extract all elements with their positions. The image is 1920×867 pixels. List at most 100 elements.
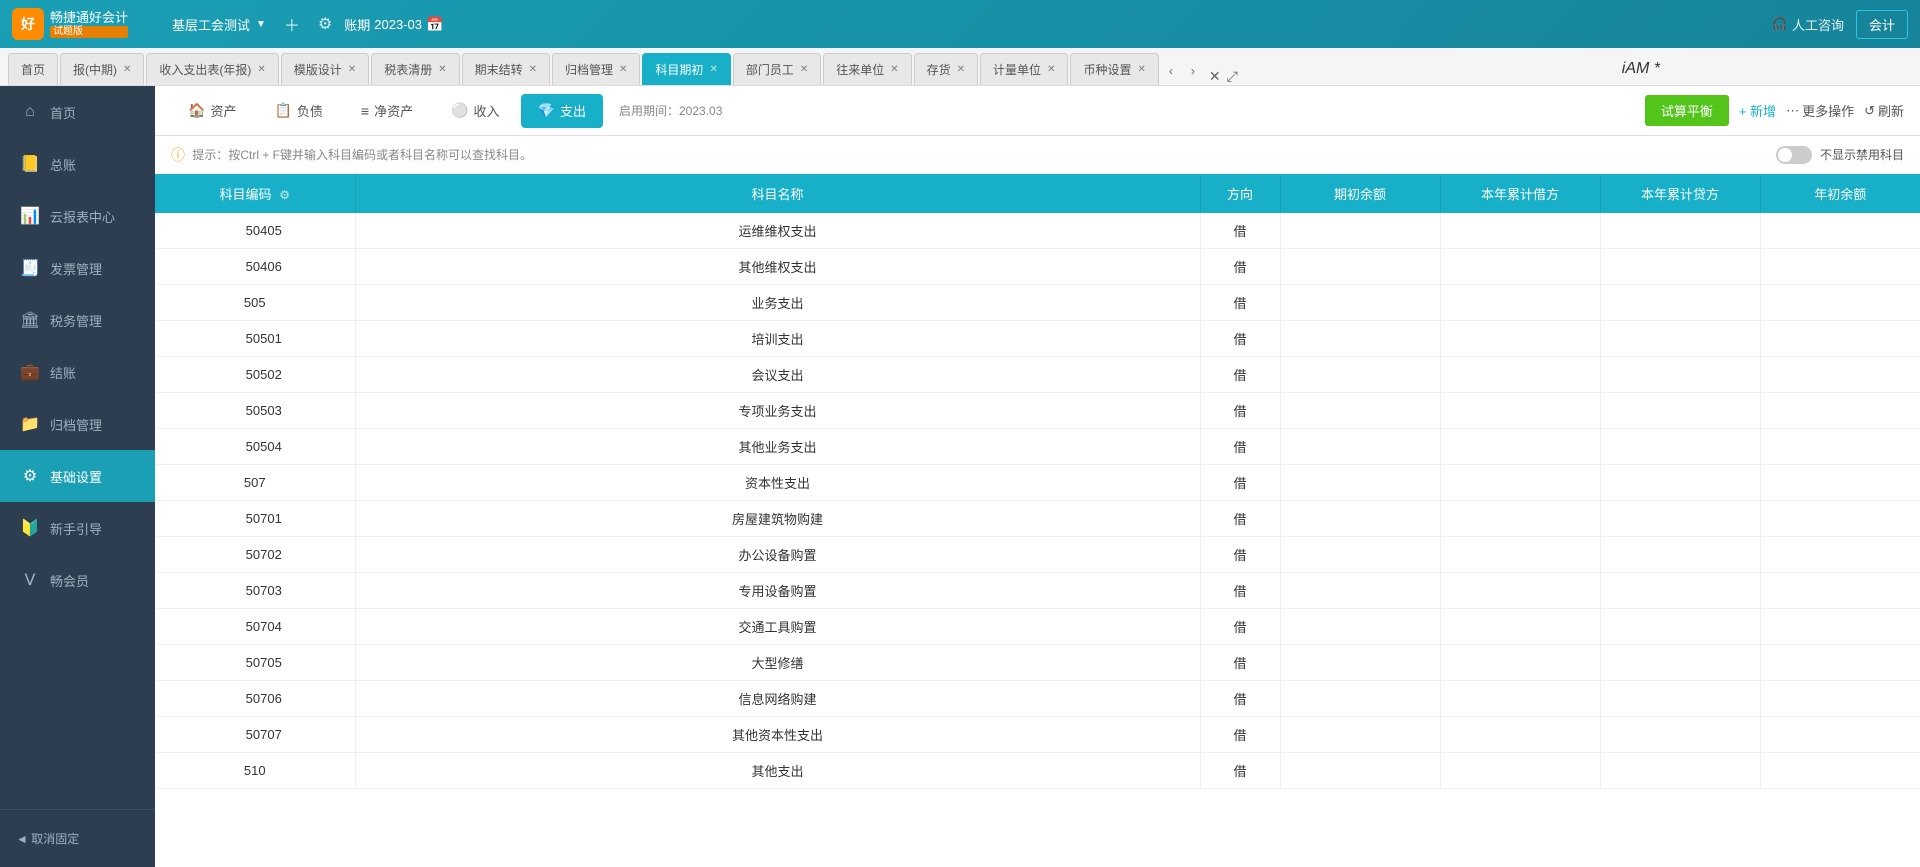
close-icon[interactable]: ✕ <box>619 64 627 75</box>
cell-year-debit <box>1440 357 1600 393</box>
table-row[interactable]: 50706信息网络购建借 <box>155 681 1920 717</box>
close-icon[interactable]: ✕ <box>957 64 965 75</box>
sidebar-item-archive[interactable]: 📁 归档管理 <box>0 398 155 450</box>
close-icon[interactable]: ✕ <box>438 64 446 75</box>
sidebar-item-member[interactable]: Ⅴ 畅会员 <box>0 554 155 606</box>
sidebar-item-tax[interactable]: 🏛 税务管理 <box>0 294 155 346</box>
tab-next-button[interactable]: › <box>1183 57 1203 85</box>
tab-moban[interactable]: 模版设计 ✕ <box>281 53 369 85</box>
tab-guidang[interactable]: 归档管理 ✕ <box>552 53 640 85</box>
toggle-label: 不显示禁用科目 <box>1820 146 1904 163</box>
new-button[interactable]: + 新增 <box>1739 101 1776 120</box>
tab-nianbao[interactable]: 收入支出表(年报) ✕ <box>146 53 278 85</box>
tab-cunhuo[interactable]: 存货 ✕ <box>914 53 978 85</box>
table-row[interactable]: 505业务支出借 <box>155 285 1920 321</box>
sub-tab-net-asset[interactable]: ≡ 净资产 <box>344 94 430 128</box>
sidebar-item-close[interactable]: 💼 结账 <box>0 346 155 398</box>
logo-icon: 好 <box>12 8 44 40</box>
cell-name: 办公设备购置 <box>355 537 1200 573</box>
tab-kemuqichu[interactable]: 科目期初 ✕ <box>642 53 730 85</box>
expand-tabs-button[interactable]: ⤢ <box>1227 68 1238 85</box>
cell-year-debit <box>1440 645 1600 681</box>
sidebar-item-home[interactable]: ⌂ 首页 <box>0 86 155 138</box>
cell-direction: 借 <box>1200 717 1280 753</box>
more-icon: ⋯ <box>1786 103 1799 119</box>
invoice-icon: 🧾 <box>20 258 40 278</box>
col-header-year-debit: 本年累计借方 <box>1440 174 1600 213</box>
close-icon[interactable]: ✕ <box>529 64 537 75</box>
toggle-disabled-switch[interactable] <box>1776 146 1812 164</box>
table-row[interactable]: 50702办公设备购置借 <box>155 537 1920 573</box>
cell-code: 50405 <box>155 213 355 249</box>
table-row[interactable]: 50705大型修缮借 <box>155 645 1920 681</box>
table-row[interactable]: 50405运维维权支出借 <box>155 213 1920 249</box>
refresh-icon: ↺ <box>1864 103 1875 119</box>
cell-name: 运维维权支出 <box>355 213 1200 249</box>
settings-icon[interactable]: ⚙ <box>318 14 332 34</box>
table-row[interactable]: 50704交通工具购置借 <box>155 609 1920 645</box>
sub-tab-liability[interactable]: 📋 负债 <box>257 94 339 128</box>
cell-year-balance <box>1760 429 1920 465</box>
close-icon[interactable]: ✕ <box>257 64 265 75</box>
tab-bizhong[interactable]: 币种设置 ✕ <box>1070 53 1158 85</box>
calendar-icon[interactable]: 📅 <box>426 16 443 33</box>
table-row[interactable]: 50406其他维权支出借 <box>155 249 1920 285</box>
cell-name: 其他资本性支出 <box>355 717 1200 753</box>
tab-wanglai[interactable]: 往来单位 ✕ <box>823 53 911 85</box>
table-row[interactable]: 50504其他业务支出借 <box>155 429 1920 465</box>
cell-opening-balance <box>1280 573 1440 609</box>
cell-code: 50503 <box>155 393 355 429</box>
content-area: 🏠 资产 📋 负债 ≡ 净资产 ⚪ 收入 💎 支出 启用期间：2023.03 <box>155 86 1920 867</box>
table-row[interactable]: 50503专项业务支出借 <box>155 393 1920 429</box>
sidebar-item-ledger[interactable]: 📒 总账 <box>0 138 155 190</box>
tab-zhongqi[interactable]: 报(中期) ✕ <box>60 53 144 85</box>
cell-name: 专项业务支出 <box>355 393 1200 429</box>
table-row[interactable]: 507资本性支出借 <box>155 465 1920 501</box>
header-right: 🎧 人工咨询 会计 <box>1772 10 1908 39</box>
close-icon[interactable]: ✕ <box>709 64 717 75</box>
help-button[interactable]: 🎧 人工咨询 <box>1772 15 1844 34</box>
settings-gear-icon: ⚙ <box>20 466 40 486</box>
col-header-year-balance: 年初余额 <box>1760 174 1920 213</box>
cell-opening-balance <box>1280 681 1440 717</box>
tab-jiliang[interactable]: 计量单位 ✕ <box>980 53 1068 85</box>
close-icon[interactable]: ✕ <box>800 64 808 75</box>
tab-qimojiezhuan[interactable]: 期末结转 ✕ <box>462 53 550 85</box>
accountant-button[interactable]: 会计 <box>1856 10 1908 39</box>
tab-bumen[interactable]: 部门员工 ✕ <box>733 53 821 85</box>
table-row[interactable]: 50701房屋建筑物购建借 <box>155 501 1920 537</box>
close-icon[interactable]: ✕ <box>890 64 898 75</box>
add-tab-button[interactable]: ＋ <box>278 10 306 38</box>
column-settings-icon[interactable]: ⚙ <box>279 188 290 202</box>
sub-tab-income[interactable]: ⚪ 收入 <box>434 94 516 128</box>
sub-tab-expense[interactable]: 💎 支出 <box>521 94 603 128</box>
tab-shuibiao[interactable]: 税表清册 ✕ <box>371 53 459 85</box>
close-icon[interactable]: ✕ <box>123 64 131 75</box>
sidebar-item-reports[interactable]: 📊 云报表中心 <box>0 190 155 242</box>
close-icon[interactable]: ✕ <box>1137 64 1145 75</box>
close-icon[interactable]: ✕ <box>1047 64 1055 75</box>
table-row[interactable]: 50707其他资本性支出借 <box>155 717 1920 753</box>
sidebar-item-guide[interactable]: 🔰 新手引导 <box>0 502 155 554</box>
period-info: 账期 2023-03 📅 <box>344 15 443 34</box>
collapse-sidebar-button[interactable]: ◄ 取消固定 <box>0 822 155 855</box>
close-all-tabs-button[interactable]: ✕ <box>1209 68 1221 85</box>
balance-button[interactable]: 试算平衡 <box>1645 95 1729 126</box>
company-selector[interactable]: 基层工会测试 ▼ <box>172 15 266 34</box>
sidebar-item-invoice[interactable]: 🧾 发票管理 <box>0 242 155 294</box>
sub-tab-asset[interactable]: 🏠 资产 <box>171 94 253 128</box>
logo-text: 畅捷通好会计 试题版 <box>50 10 128 38</box>
tab-prev-button[interactable]: ‹ <box>1161 57 1181 85</box>
refresh-button[interactable]: ↺ 刷新 <box>1864 101 1904 120</box>
liability-icon: 📋 <box>274 102 291 119</box>
close-icon[interactable]: ✕ <box>348 64 356 75</box>
table-row[interactable]: 50501培训支出借 <box>155 321 1920 357</box>
table-row[interactable]: 50703专用设备购置借 <box>155 573 1920 609</box>
table-row[interactable]: 50502会议支出借 <box>155 357 1920 393</box>
table-row[interactable]: 510其他支出借 <box>155 753 1920 789</box>
sidebar-bottom: ◄ 取消固定 <box>0 809 155 867</box>
cell-year-credit <box>1600 321 1760 357</box>
sidebar-item-settings[interactable]: ⚙ 基础设置 <box>0 450 155 502</box>
more-actions-button[interactable]: ⋯ 更多操作 <box>1786 101 1854 120</box>
tab-home[interactable]: 首页 <box>8 53 58 85</box>
